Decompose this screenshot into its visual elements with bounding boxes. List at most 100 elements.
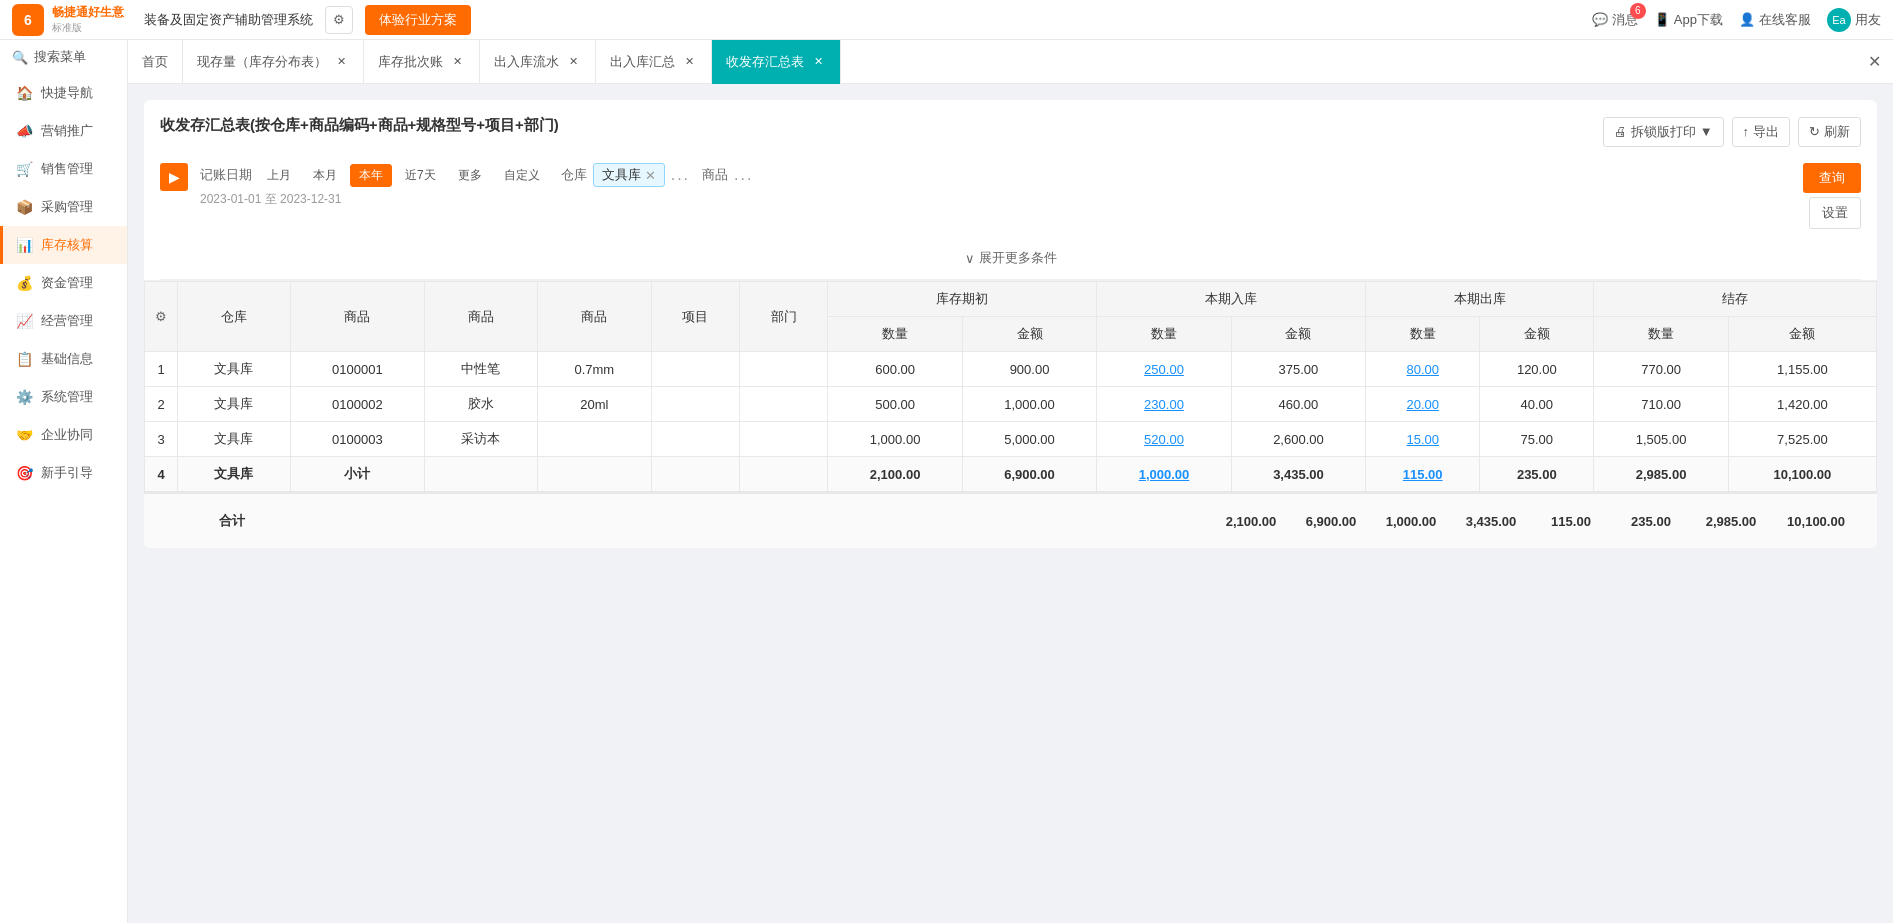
sidebar-item-purchase[interactable]: 📦 采购管理	[0, 188, 127, 226]
tab-io-flow[interactable]: 出入库流水 ✕	[480, 40, 596, 84]
goods-dots[interactable]: ...	[734, 166, 753, 184]
experience-btn[interactable]: 体验行业方案	[365, 5, 471, 35]
row3-in-qty-link[interactable]: 520.00	[1144, 432, 1184, 447]
tab-stock-dist[interactable]: 现存量（库存分布表） ✕	[183, 40, 364, 84]
col-goods-name-header: 商品	[425, 282, 538, 352]
query-btn[interactable]: 查询	[1803, 163, 1861, 193]
table-row: 1 文具库 0100001 中性笔 0.7mm 600.00 900.00	[145, 352, 1877, 387]
total-spacer	[272, 504, 891, 538]
row2-in-qty[interactable]: 230.00	[1097, 387, 1231, 422]
row1-goods-code: 0100001	[290, 352, 424, 387]
newbie-label: 新手引导	[41, 464, 93, 482]
search-menu[interactable]: 🔍 搜索菜单	[0, 40, 127, 74]
export-btn[interactable]: ↑ 导出	[1732, 117, 1791, 147]
content-area: 首页 现存量（库存分布表） ✕ 库存批次账 ✕ 出入库流水 ✕ 出入库汇总 ✕	[128, 40, 1893, 923]
subtotal-out-qty[interactable]: 115.00	[1366, 457, 1480, 492]
col-settings-header[interactable]: ⚙	[145, 282, 178, 352]
tab-stock-dist-close[interactable]: ✕	[333, 54, 349, 70]
row2-in-qty-link[interactable]: 230.00	[1144, 397, 1184, 412]
table-row: 3 文具库 0100003 采访本 1,000.00 5,000.00	[145, 422, 1877, 457]
finance-label: 资金管理	[41, 274, 93, 292]
sidebar-item-newbie[interactable]: 🎯 新手引导	[0, 454, 127, 492]
col-outbound-amt-header: 金额	[1480, 317, 1594, 352]
tab-batch-ledger-close[interactable]: ✕	[449, 54, 465, 70]
row2-bal-amt: 1,420.00	[1728, 387, 1876, 422]
settings-icon[interactable]: ⚙	[325, 6, 353, 34]
date-range: 2023-01-01 至 2023-12-31	[200, 191, 1791, 208]
logo-text: 畅捷通好生意 标准版	[52, 4, 124, 35]
date-custom[interactable]: 自定义	[495, 164, 549, 187]
total-table: 合计 2,100.00 6,900.00 1,000.00 3,435.00	[160, 504, 1861, 538]
subtotal-in-qty[interactable]: 1,000.00	[1097, 457, 1231, 492]
warehouse-label: 仓库	[561, 166, 587, 184]
total-in-amt: 3,435.00	[1451, 504, 1531, 538]
subtotal-bal-qty: 2,985.00	[1594, 457, 1728, 492]
sidebar-item-inventory[interactable]: 📊 库存核算	[0, 226, 127, 264]
row3-out-qty[interactable]: 15.00	[1366, 422, 1480, 457]
total-empty1	[891, 504, 971, 538]
sidebar-item-operation[interactable]: 📈 经营管理	[0, 302, 127, 340]
logo-subtitle: 标准版	[52, 21, 124, 35]
download-icon: 📱	[1654, 12, 1670, 27]
tab-io-summary[interactable]: 出入库汇总 ✕	[596, 40, 712, 84]
row3-in-qty[interactable]: 520.00	[1097, 422, 1231, 457]
tab-io-summary-close[interactable]: ✕	[681, 54, 697, 70]
tab-bar-close[interactable]: ✕	[1856, 52, 1893, 71]
col-inbound-header: 本期入库	[1097, 282, 1366, 317]
date-this-year[interactable]: 本年	[350, 164, 392, 187]
expand-label: 展开更多条件	[979, 249, 1057, 267]
tab-home[interactable]: 首页	[128, 40, 183, 84]
message-action[interactable]: 💬 消息 6	[1592, 11, 1638, 29]
date-this-month[interactable]: 本月	[304, 164, 346, 187]
sidebar-item-system[interactable]: ⚙️ 系统管理	[0, 378, 127, 416]
sidebar-item-marketing[interactable]: 📣 营销推广	[0, 112, 127, 150]
tab-batch-ledger[interactable]: 库存批次账 ✕	[364, 40, 480, 84]
filter-collapse-btn[interactable]: ▶	[160, 163, 188, 191]
sidebar-item-sales[interactable]: 🛒 销售管理	[0, 150, 127, 188]
date-7days[interactable]: 近7天	[396, 164, 445, 187]
print-btn[interactable]: 🖨 拆锁版打印 ▼	[1603, 117, 1724, 147]
date-last-month[interactable]: 上月	[258, 164, 300, 187]
tab-recv-send-label: 收发存汇总表	[726, 53, 804, 71]
warehouse-tag-remove[interactable]: ✕	[645, 168, 656, 183]
tab-recv-send[interactable]: 收发存汇总表 ✕	[712, 40, 841, 84]
row1-out-qty-link[interactable]: 80.00	[1406, 362, 1439, 377]
sidebar-item-finance[interactable]: 💰 资金管理	[0, 264, 127, 302]
goods-filter: 商品 ...	[702, 166, 753, 184]
row2-out-qty[interactable]: 20.00	[1366, 387, 1480, 422]
message-icon: 💬	[1592, 12, 1608, 27]
tab-recv-send-close[interactable]: ✕	[810, 54, 826, 70]
refresh-btn[interactable]: ↻ 刷新	[1798, 117, 1861, 147]
row3-out-qty-link[interactable]: 15.00	[1406, 432, 1439, 447]
message-badge: 6	[1630, 3, 1646, 19]
tab-io-flow-close[interactable]: ✕	[565, 54, 581, 70]
app-download-action[interactable]: 📱 App下载	[1654, 11, 1723, 29]
row1-in-qty[interactable]: 250.00	[1097, 352, 1231, 387]
subtotal-in-qty-link[interactable]: 1,000.00	[1139, 467, 1190, 482]
total-opening-amt: 6,900.00	[1291, 504, 1371, 538]
col-project-header: 项目	[651, 282, 739, 352]
row2-dept	[740, 387, 828, 422]
date-more[interactable]: 更多	[449, 164, 491, 187]
row1-in-qty-link[interactable]: 250.00	[1144, 362, 1184, 377]
row2-out-qty-link[interactable]: 20.00	[1406, 397, 1439, 412]
page-footer: 合计 2,100.00 6,900.00 1,000.00 3,435.00	[144, 492, 1877, 548]
user-action[interactable]: Ea 用友	[1827, 8, 1881, 32]
row1-out-amt: 120.00	[1480, 352, 1594, 387]
sidebar: 🔍 搜索菜单 🏠 快捷导航 📣 营销推广 🛒 销售管理 📦 采购管理 📊	[0, 40, 128, 923]
subtotal-out-qty-link[interactable]: 115.00	[1403, 467, 1443, 482]
row1-out-qty[interactable]: 80.00	[1366, 352, 1480, 387]
sidebar-item-quick-nav[interactable]: 🏠 快捷导航	[0, 74, 127, 112]
total-empty2	[971, 504, 1051, 538]
subtotal-in-amt: 3,435.00	[1231, 457, 1365, 492]
warehouse-tag: 文具库 ✕	[593, 163, 665, 187]
online-service-action[interactable]: 👤 在线客服	[1739, 11, 1811, 29]
warehouse-tag-text: 文具库	[602, 166, 641, 184]
inventory-icon: 📊	[15, 236, 33, 254]
sidebar-item-basic[interactable]: 📋 基础信息	[0, 340, 127, 378]
sidebar-item-enterprise[interactable]: 🤝 企业协同	[0, 416, 127, 454]
warehouse-dots[interactable]: ...	[671, 166, 690, 184]
settings-sm-btn[interactable]: 设置	[1809, 197, 1861, 229]
table-settings-gear[interactable]: ⚙	[155, 309, 167, 324]
expand-btn[interactable]: ∨ 展开更多条件	[965, 243, 1057, 273]
